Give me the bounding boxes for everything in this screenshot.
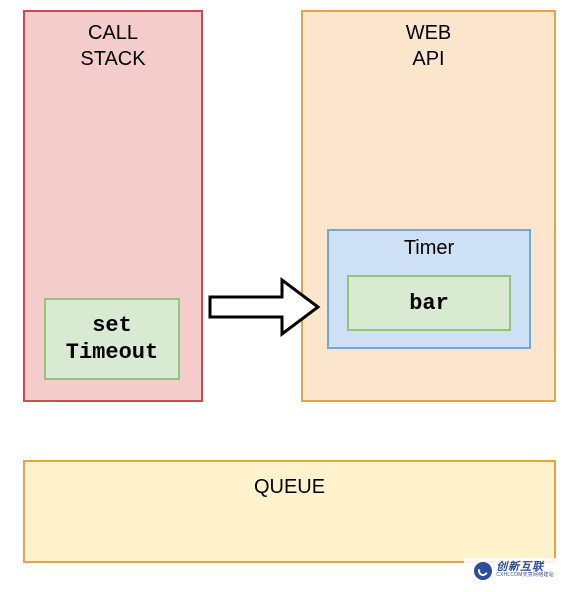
timer-item-label: bar	[409, 291, 449, 316]
watermark: 创新互联 CXHLCOM天意网络建站	[464, 558, 564, 584]
queue-title: QUEUE	[25, 462, 554, 499]
call-stack-item-label: set Timeout	[66, 312, 158, 367]
watermark-logo-icon	[474, 562, 492, 580]
watermark-brand: 创新互联	[496, 563, 554, 572]
arrow-icon	[204, 272, 326, 342]
watermark-text-block: 创新互联 CXHLCOM天意网络建站	[496, 563, 554, 578]
timer-title: Timer	[329, 231, 529, 260]
queue-box: QUEUE	[23, 460, 556, 563]
call-stack-title: CALL STACK	[25, 12, 201, 72]
call-stack-item-box: set Timeout	[44, 298, 180, 380]
watermark-sub: CXHLCOM天意网络建站	[496, 572, 554, 579]
web-api-title: WEB API	[303, 12, 554, 72]
timer-item-box: bar	[347, 275, 511, 331]
